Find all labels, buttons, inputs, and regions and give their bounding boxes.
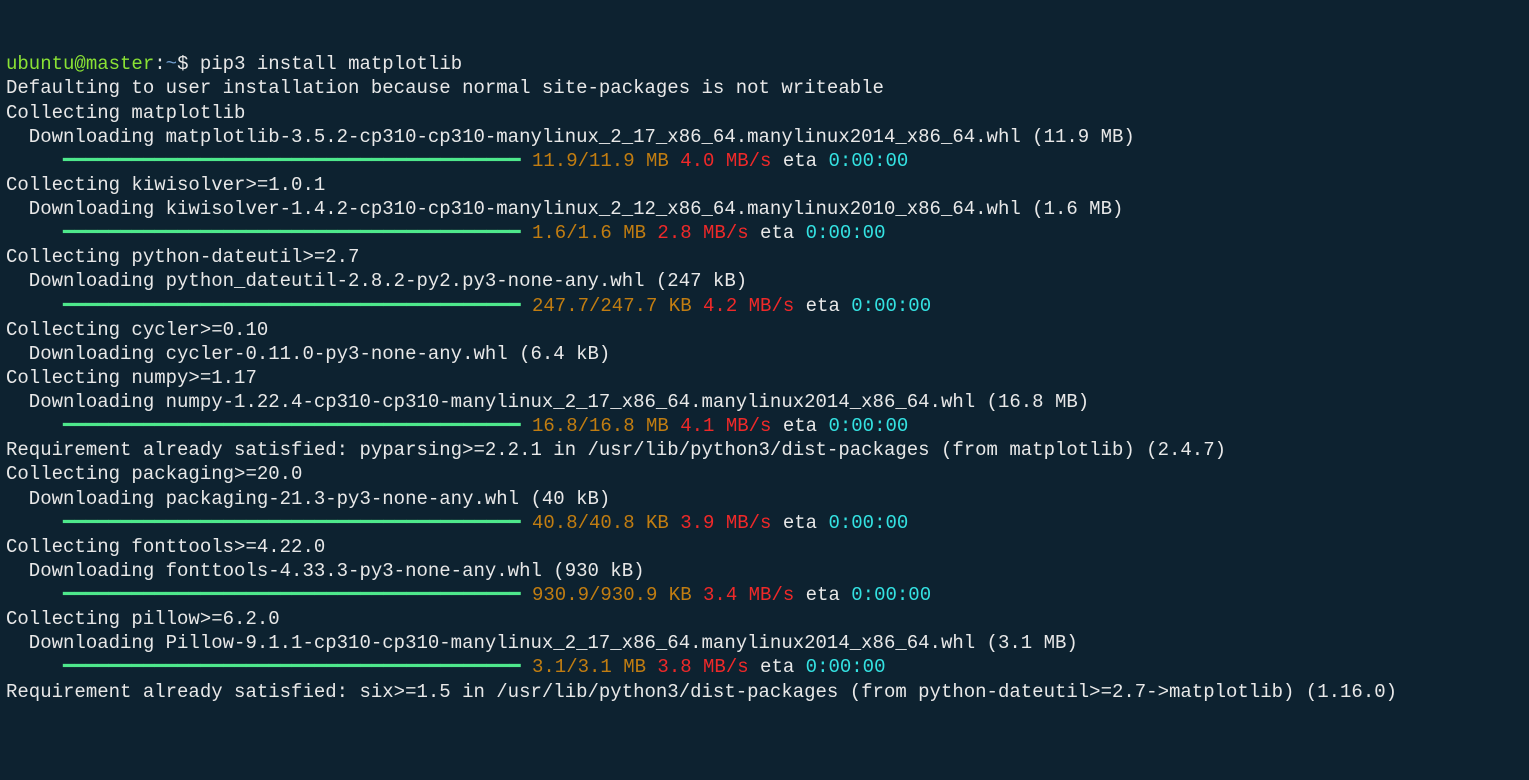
progress-size: 1.6/1.6 MB bbox=[532, 222, 646, 244]
eta-value: 0:00:00 bbox=[806, 656, 886, 678]
output-line: Downloading kiwisolver-1.4.2-cp310-cp310… bbox=[6, 197, 1523, 221]
progress-bar: ━━━━━━━━━━━━━━━━━━━━━━━━━━━━━━━━━━━━━━━━ bbox=[63, 222, 521, 244]
output-line: Requirement already satisfied: six>=1.5 … bbox=[6, 680, 1523, 704]
output-line: Collecting cycler>=0.10 bbox=[6, 318, 1523, 342]
eta-value: 0:00:00 bbox=[806, 222, 886, 244]
progress-size: 40.8/40.8 KB bbox=[532, 512, 669, 534]
output-line: Collecting packaging>=20.0 bbox=[6, 462, 1523, 486]
output-line: Collecting pillow>=6.2.0 bbox=[6, 607, 1523, 631]
prompt-at: @ bbox=[74, 53, 85, 75]
eta-label: eta bbox=[760, 656, 794, 678]
eta-value: 0:00:00 bbox=[851, 584, 931, 606]
output-line: Downloading cycler-0.11.0-py3-none-any.w… bbox=[6, 342, 1523, 366]
command-text: pip3 install matplotlib bbox=[200, 53, 462, 75]
output-line: Collecting fonttools>=4.22.0 bbox=[6, 535, 1523, 559]
eta-label: eta bbox=[806, 295, 840, 317]
output-line: Downloading Pillow-9.1.1-cp310-cp310-man… bbox=[6, 631, 1523, 655]
output-line: Downloading numpy-1.22.4-cp310-cp310-man… bbox=[6, 390, 1523, 414]
prompt-host: master bbox=[86, 53, 154, 75]
output-line: Downloading packaging-21.3-py3-none-any.… bbox=[6, 487, 1523, 511]
prompt-user: ubuntu bbox=[6, 53, 74, 75]
progress-speed: 3.8 MB/s bbox=[657, 656, 748, 678]
output-line: Collecting numpy>=1.17 bbox=[6, 366, 1523, 390]
progress-bar: ━━━━━━━━━━━━━━━━━━━━━━━━━━━━━━━━━━━━━━━━ bbox=[63, 415, 521, 437]
progress-speed: 3.4 MB/s bbox=[703, 584, 794, 606]
prompt-path: ~ bbox=[166, 53, 177, 75]
progress-line: ━━━━━━━━━━━━━━━━━━━━━━━━━━━━━━━━━━━━━━━━… bbox=[6, 655, 1523, 679]
eta-value: 0:00:00 bbox=[828, 415, 908, 437]
progress-line: ━━━━━━━━━━━━━━━━━━━━━━━━━━━━━━━━━━━━━━━━… bbox=[6, 583, 1523, 607]
output-line: Collecting python-dateutil>=2.7 bbox=[6, 245, 1523, 269]
progress-size: 930.9/930.9 KB bbox=[532, 584, 692, 606]
progress-speed: 3.9 MB/s bbox=[680, 512, 771, 534]
eta-label: eta bbox=[783, 512, 817, 534]
progress-size: 11.9/11.9 MB bbox=[532, 150, 669, 172]
prompt-dollar: $ bbox=[177, 53, 200, 75]
output-line: Requirement already satisfied: pyparsing… bbox=[6, 438, 1523, 462]
progress-size: 16.8/16.8 MB bbox=[532, 415, 669, 437]
output-line: Collecting matplotlib bbox=[6, 101, 1523, 125]
eta-value: 0:00:00 bbox=[828, 512, 908, 534]
progress-speed: 4.0 MB/s bbox=[680, 150, 771, 172]
progress-bar: ━━━━━━━━━━━━━━━━━━━━━━━━━━━━━━━━━━━━━━━━ bbox=[63, 295, 521, 317]
eta-value: 0:00:00 bbox=[828, 150, 908, 172]
progress-line: ━━━━━━━━━━━━━━━━━━━━━━━━━━━━━━━━━━━━━━━━… bbox=[6, 221, 1523, 245]
progress-bar: ━━━━━━━━━━━━━━━━━━━━━━━━━━━━━━━━━━━━━━━━ bbox=[63, 656, 521, 678]
eta-label: eta bbox=[806, 584, 840, 606]
terminal-output: ubuntu@master:~$ pip3 install matplotlib… bbox=[6, 52, 1523, 703]
output-line: Collecting kiwisolver>=1.0.1 bbox=[6, 173, 1523, 197]
progress-speed: 2.8 MB/s bbox=[657, 222, 748, 244]
prompt-line[interactable]: ubuntu@master:~$ pip3 install matplotlib bbox=[6, 52, 1523, 76]
progress-bar: ━━━━━━━━━━━━━━━━━━━━━━━━━━━━━━━━━━━━━━━━ bbox=[63, 150, 521, 172]
output-line: Defaulting to user installation because … bbox=[6, 76, 1523, 100]
progress-line: ━━━━━━━━━━━━━━━━━━━━━━━━━━━━━━━━━━━━━━━━… bbox=[6, 414, 1523, 438]
eta-value: 0:00:00 bbox=[851, 295, 931, 317]
progress-line: ━━━━━━━━━━━━━━━━━━━━━━━━━━━━━━━━━━━━━━━━… bbox=[6, 149, 1523, 173]
eta-label: eta bbox=[783, 150, 817, 172]
prompt-colon: : bbox=[154, 53, 165, 75]
progress-line: ━━━━━━━━━━━━━━━━━━━━━━━━━━━━━━━━━━━━━━━━… bbox=[6, 294, 1523, 318]
progress-speed: 4.2 MB/s bbox=[703, 295, 794, 317]
output-line: Downloading fonttools-4.33.3-py3-none-an… bbox=[6, 559, 1523, 583]
progress-bar: ━━━━━━━━━━━━━━━━━━━━━━━━━━━━━━━━━━━━━━━━ bbox=[63, 584, 521, 606]
output-line: Downloading matplotlib-3.5.2-cp310-cp310… bbox=[6, 125, 1523, 149]
progress-bar: ━━━━━━━━━━━━━━━━━━━━━━━━━━━━━━━━━━━━━━━━ bbox=[63, 512, 521, 534]
eta-label: eta bbox=[760, 222, 794, 244]
progress-speed: 4.1 MB/s bbox=[680, 415, 771, 437]
eta-label: eta bbox=[783, 415, 817, 437]
progress-size: 247.7/247.7 KB bbox=[532, 295, 692, 317]
progress-line: ━━━━━━━━━━━━━━━━━━━━━━━━━━━━━━━━━━━━━━━━… bbox=[6, 511, 1523, 535]
progress-size: 3.1/3.1 MB bbox=[532, 656, 646, 678]
output-line: Downloading python_dateutil-2.8.2-py2.py… bbox=[6, 269, 1523, 293]
